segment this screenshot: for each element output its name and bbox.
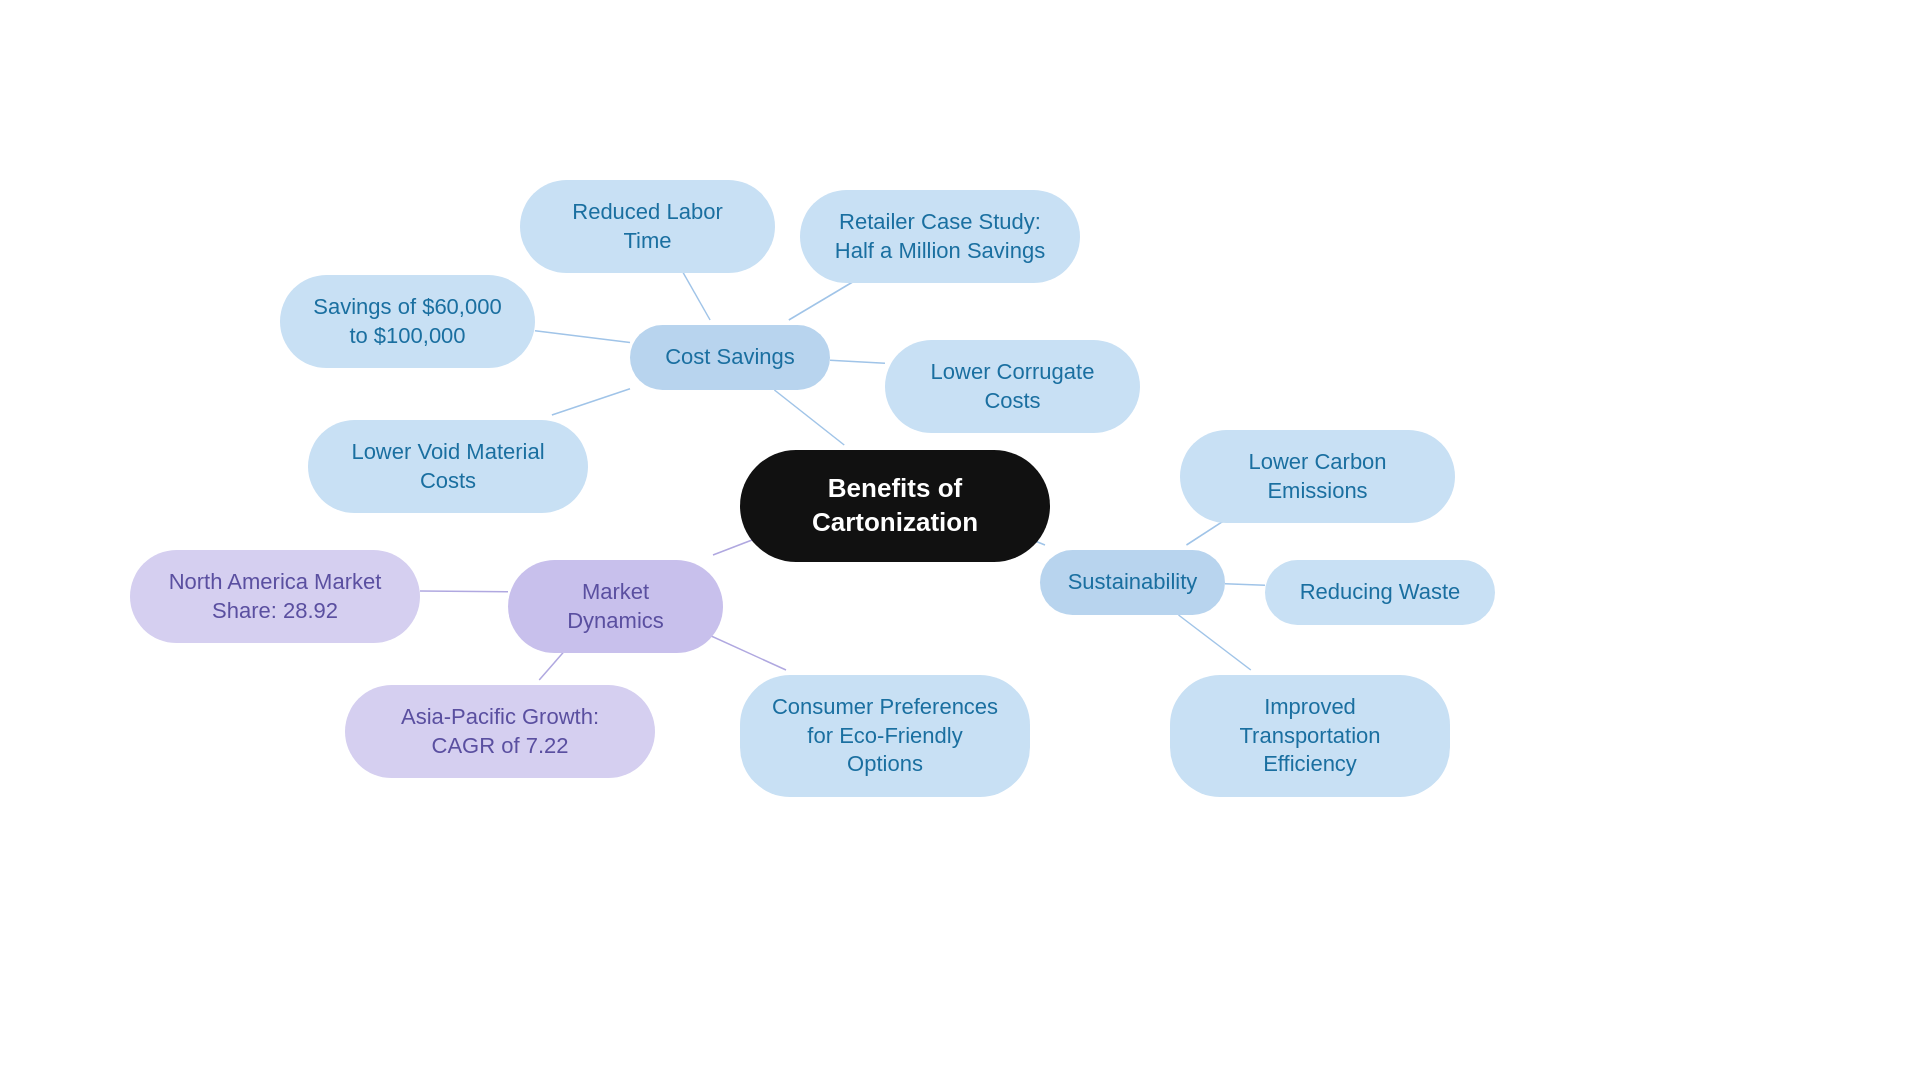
savings-60-100-node: Savings of $60,000 to $100,000 xyxy=(280,275,535,368)
cost-savings-node: Cost Savings xyxy=(630,325,830,390)
center-node: Benefits of Cartonization xyxy=(740,450,1050,562)
lower-carbon-node: Lower Carbon Emissions xyxy=(1180,430,1455,523)
lower-void-node: Lower Void Material Costs xyxy=(308,420,588,513)
north-america-node: North America Market Share: 28.92 xyxy=(130,550,420,643)
svg-line-0 xyxy=(774,390,844,445)
sustainability-node: Sustainability xyxy=(1040,550,1225,615)
reducing-waste-node: Reducing Waste xyxy=(1265,560,1495,625)
market-dynamics-node: Market Dynamics xyxy=(508,560,723,653)
svg-line-4 xyxy=(830,360,885,363)
asia-pacific-node: Asia-Pacific Growth: CAGR of 7.22 xyxy=(345,685,655,778)
improved-transport-node: Improved Transportation Efficiency xyxy=(1170,675,1450,797)
retailer-case-node: Retailer Case Study: Half a Million Savi… xyxy=(800,190,1080,283)
svg-line-13 xyxy=(1179,615,1251,670)
reduced-labor-node: Reduced Labor Time xyxy=(520,180,775,273)
svg-line-12 xyxy=(1225,584,1265,586)
svg-line-3 xyxy=(535,331,630,343)
consumer-pref-node: Consumer Preferences for Eco-Friendly Op… xyxy=(740,675,1030,797)
svg-line-7 xyxy=(420,591,508,592)
lower-corrugate-node: Lower Corrugate Costs xyxy=(885,340,1140,433)
svg-line-5 xyxy=(552,389,630,415)
